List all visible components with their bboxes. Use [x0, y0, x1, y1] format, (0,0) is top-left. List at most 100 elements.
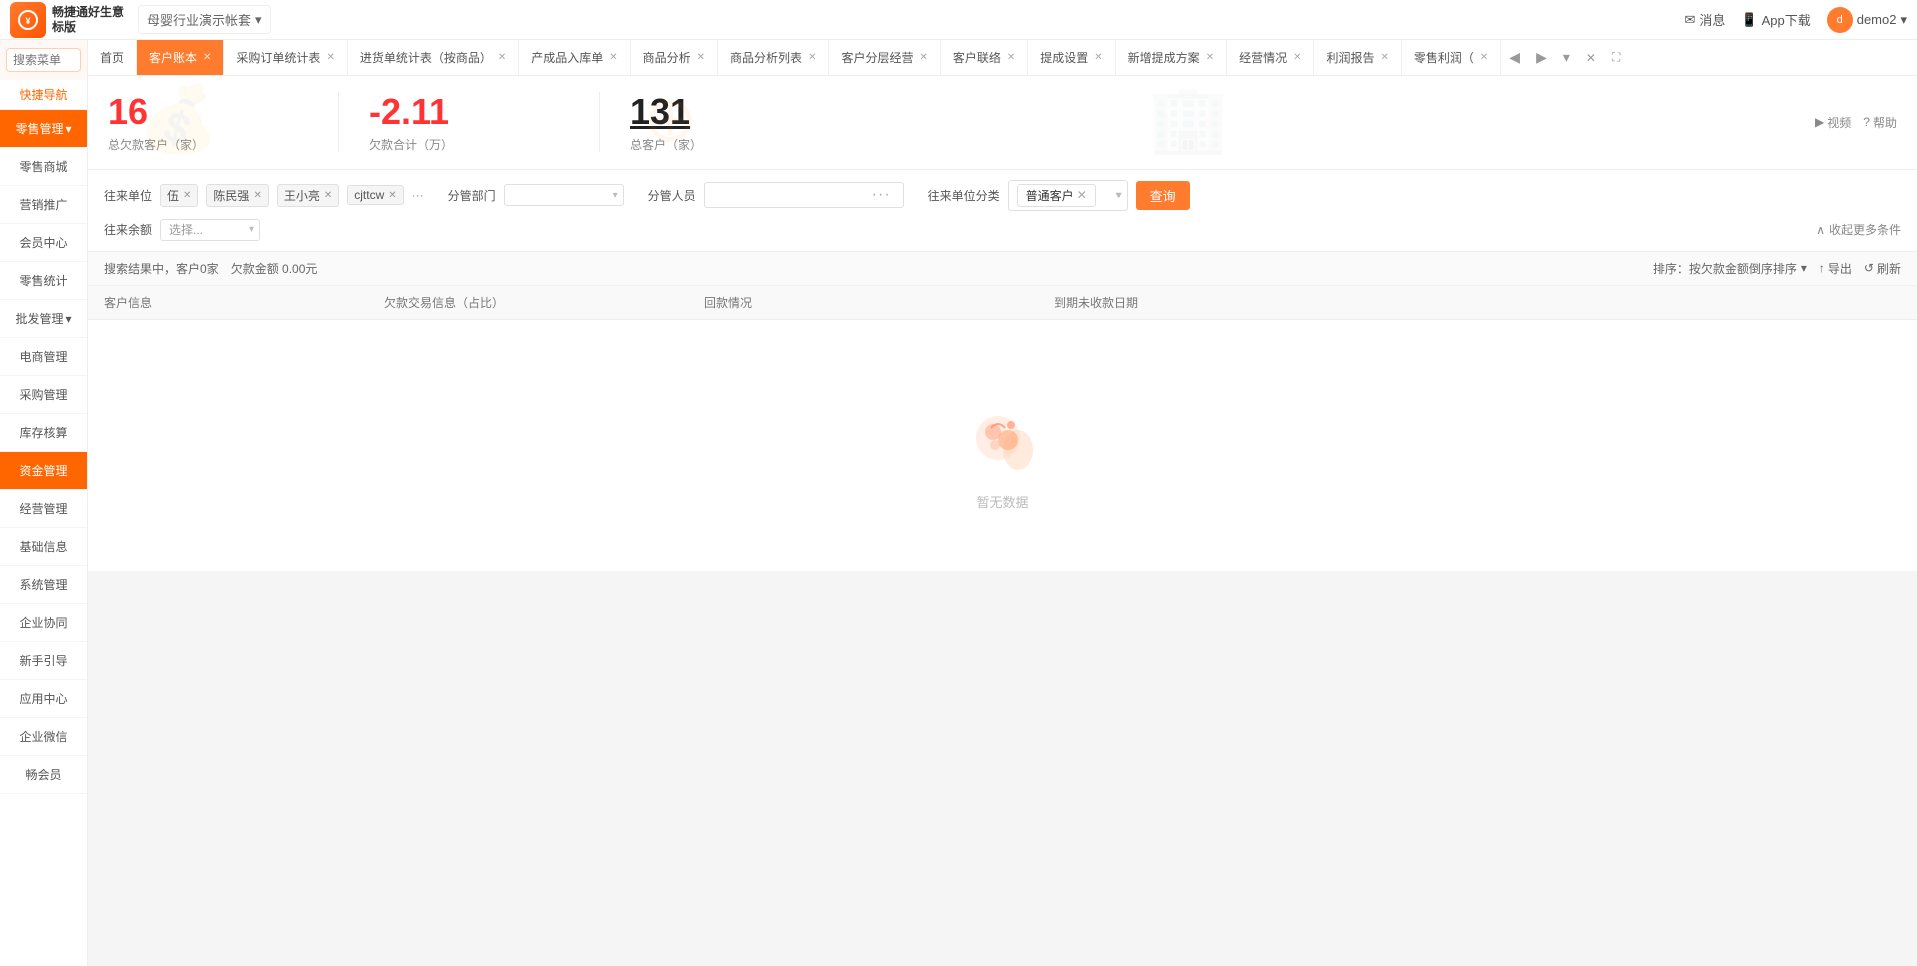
person-input-area[interactable]: ··· [704, 182, 904, 208]
tab-product-analysis-list[interactable]: 商品分析列表 ✕ [718, 40, 829, 76]
sidebar-item-app-center[interactable]: 应用中心 [0, 680, 87, 718]
export-btn[interactable]: ↑ 导出 [1819, 260, 1852, 277]
sidebar-item-basic-info[interactable]: 基础信息 [0, 528, 87, 566]
stat-divider-1 [338, 92, 339, 152]
tag-close-chen[interactable]: ✕ [253, 190, 261, 201]
tab-close-customer-tier[interactable]: ✕ [919, 52, 927, 63]
tag-close-cjttcw[interactable]: ✕ [388, 190, 396, 201]
tab-product-analysis[interactable]: 商品分析 ✕ [631, 40, 718, 76]
collapse-icon: ∧ [1816, 223, 1825, 237]
stats-panel: 💰 16 总欠款客户（家） ⊕ -2.11 欠款合计（万） 🏢 [88, 76, 1917, 170]
tab-customer-tier[interactable]: 客户分层经营 ✕ [829, 40, 940, 76]
top-bar: ¥ 畅捷通好生意 标版 母婴行业演示帐套 ▾ ✉ 消息 📱 App下载 [0, 0, 1917, 40]
tab-close-customer-contact[interactable]: ✕ [1007, 52, 1015, 63]
tab-close-retail-profit[interactable]: ✕ [1480, 52, 1488, 63]
balance-select[interactable]: 选择... [160, 219, 260, 241]
category-tag-close[interactable]: ✕ [1077, 188, 1087, 202]
tab-menu-btn[interactable]: ▾ [1555, 40, 1578, 76]
tab-operations[interactable]: 经营情况 ✕ [1227, 40, 1314, 76]
sort-btn[interactable]: 排序：按欠款金额倒序排序 ▾ [1653, 260, 1807, 277]
search-input[interactable] [6, 48, 81, 72]
dept-label: 分管部门 [448, 187, 496, 204]
data-table: 客户信息 欠款交易信息（占比） 回款情况 到期未收款日期 [88, 286, 1917, 571]
org-selector[interactable]: 母婴行业演示帐套 ▾ [138, 5, 271, 34]
chevron-down-icon-wholesale: ▾ [65, 312, 71, 326]
export-icon: ↑ [1819, 261, 1825, 275]
person-input[interactable] [713, 188, 868, 202]
person-dots-btn[interactable]: ··· [868, 186, 895, 204]
sidebar-item-enterprise-collab[interactable]: 企业协同 [0, 604, 87, 642]
tab-new-boost-plan[interactable]: 新增提成方案 ✕ [1116, 40, 1227, 76]
balance-select-wrapper: 选择... [160, 219, 260, 241]
sidebar-item-retail-mall[interactable]: 零售商城 [0, 148, 87, 186]
filter-tag-wang[interactable]: 王小亮 ✕ [277, 184, 339, 207]
user-menu[interactable]: d demo2 ▾ [1827, 7, 1907, 33]
video-link[interactable]: ▶ 视频 [1815, 114, 1851, 131]
tab-close-profit-report[interactable]: ✕ [1381, 52, 1389, 63]
sidebar-item-member-center[interactable]: 会员中心 [0, 224, 87, 262]
filter-tag-wu[interactable]: 伍 ✕ [160, 184, 198, 207]
total-customers-number: 16 [108, 92, 148, 132]
query-button[interactable]: 查询 [1136, 181, 1190, 210]
tab-close-incoming-stats[interactable]: ✕ [498, 52, 506, 63]
tag-close-wang[interactable]: ✕ [324, 190, 332, 201]
tab-boost-settings[interactable]: 提成设置 ✕ [1028, 40, 1115, 76]
tab-close-product-analysis[interactable]: ✕ [697, 52, 705, 63]
sidebar-item-ecommerce-mgmt[interactable]: 电商管理 [0, 338, 87, 376]
help-link[interactable]: ? 帮助 [1863, 114, 1897, 131]
collapse-btn[interactable]: ∧ 收起更多条件 [1816, 221, 1901, 238]
refresh-btn[interactable]: ↺ 刷新 [1864, 260, 1901, 277]
filter-more-btn[interactable]: ··· [412, 188, 424, 202]
sidebar-item-purchase-mgmt[interactable]: 采购管理 [0, 376, 87, 414]
tab-product-incoming[interactable]: 产成品入库单 ✕ [519, 40, 630, 76]
sidebar-item-retail-stats[interactable]: 零售统计 [0, 262, 87, 300]
message-btn[interactable]: ✉ 消息 [1684, 10, 1725, 29]
sidebar-item-operations-mgmt[interactable]: 经营管理 [0, 490, 87, 528]
overdue-amount-number: -2.11 [369, 92, 449, 132]
sidebar-item-enterprise-wechat[interactable]: 企业微信 [0, 718, 87, 756]
empty-state: 暂无数据 [88, 320, 1917, 571]
tab-profit-report[interactable]: 利润报告 ✕ [1314, 40, 1401, 76]
sidebar-item-wholesale-mgmt[interactable]: 批发管理 ▾ [0, 300, 87, 338]
tab-incoming-stats[interactable]: 进货单统计表（按商品） ✕ [348, 40, 519, 76]
sidebar-item-inventory-check[interactable]: 库存核算 [0, 414, 87, 452]
sidebar-item-retail-mgmt[interactable]: 零售管理 ▾ [0, 110, 87, 148]
tab-close-boost-settings[interactable]: ✕ [1094, 52, 1102, 63]
sidebar-item-marketing[interactable]: 营销推广 [0, 186, 87, 224]
tab-close-customer-account[interactable]: ✕ [203, 52, 211, 63]
filter-tag-chen[interactable]: 陈民强 ✕ [206, 184, 268, 207]
tab-close-product-analysis-list[interactable]: ✕ [808, 52, 816, 63]
tab-home[interactable]: 首页 [88, 40, 137, 76]
dept-select[interactable] [504, 184, 624, 206]
tab-close-all[interactable]: ✕ [1578, 40, 1604, 76]
tab-retail-profit[interactable]: 零售利润（ ✕ [1402, 40, 1501, 76]
col-header-overdue-info: 欠款交易信息（占比） [384, 294, 704, 311]
quick-nav-btn[interactable]: 快捷导航 [0, 80, 87, 110]
filter-row-1: 往来单位 伍 ✕ 陈民强 ✕ 王小亮 ✕ [104, 180, 1901, 211]
unit-category-select[interactable]: 普通客户 ✕ ▾ [1008, 180, 1128, 211]
message-icon: ✉ [1684, 12, 1695, 28]
tab-close-product-incoming[interactable]: ✕ [609, 52, 617, 63]
tab-nav-next[interactable]: ▶ [1528, 40, 1555, 76]
filter-tag-cjttcw[interactable]: cjttcw ✕ [347, 185, 403, 205]
tag-close-wu[interactable]: ✕ [183, 190, 191, 201]
tab-customer-contact[interactable]: 客户联络 ✕ [941, 40, 1028, 76]
tab-close-new-boost-plan[interactable]: ✕ [1206, 52, 1214, 63]
tab-nav-prev[interactable]: ◀ [1501, 40, 1528, 76]
tab-expand[interactable]: ⛶ [1604, 40, 1628, 76]
table-header: 客户信息 欠款交易信息（占比） 回款情况 到期未收款日期 [88, 286, 1917, 320]
sidebar-item-system-mgmt[interactable]: 系统管理 [0, 566, 87, 604]
total-customers-label: 总欠款客户（家） [108, 136, 204, 153]
app-download-btn[interactable]: 📱 App下载 [1741, 10, 1810, 29]
sidebar-item-fund-mgmt[interactable]: 资金管理 [0, 452, 87, 490]
chevron-down-icon: ▾ [255, 12, 262, 28]
tab-close-operations[interactable]: ✕ [1293, 52, 1301, 63]
top-right: ✉ 消息 📱 App下载 d demo2 ▾ [1684, 7, 1907, 33]
tab-purchase-order-stats[interactable]: 采购订单统计表 ✕ [224, 40, 347, 76]
collapse-btn-area: ∧ 收起更多条件 [1816, 221, 1901, 238]
stat-block-overdue: -2.11 欠款合计（万） [369, 92, 569, 153]
tab-close-purchase-order-stats[interactable]: ✕ [326, 52, 334, 63]
sidebar-item-new-user-guide[interactable]: 新手引导 [0, 642, 87, 680]
sidebar-item-member-vip[interactable]: 畅会员 [0, 756, 87, 794]
tab-customer-account[interactable]: 客户账本 ✕ [137, 40, 224, 76]
